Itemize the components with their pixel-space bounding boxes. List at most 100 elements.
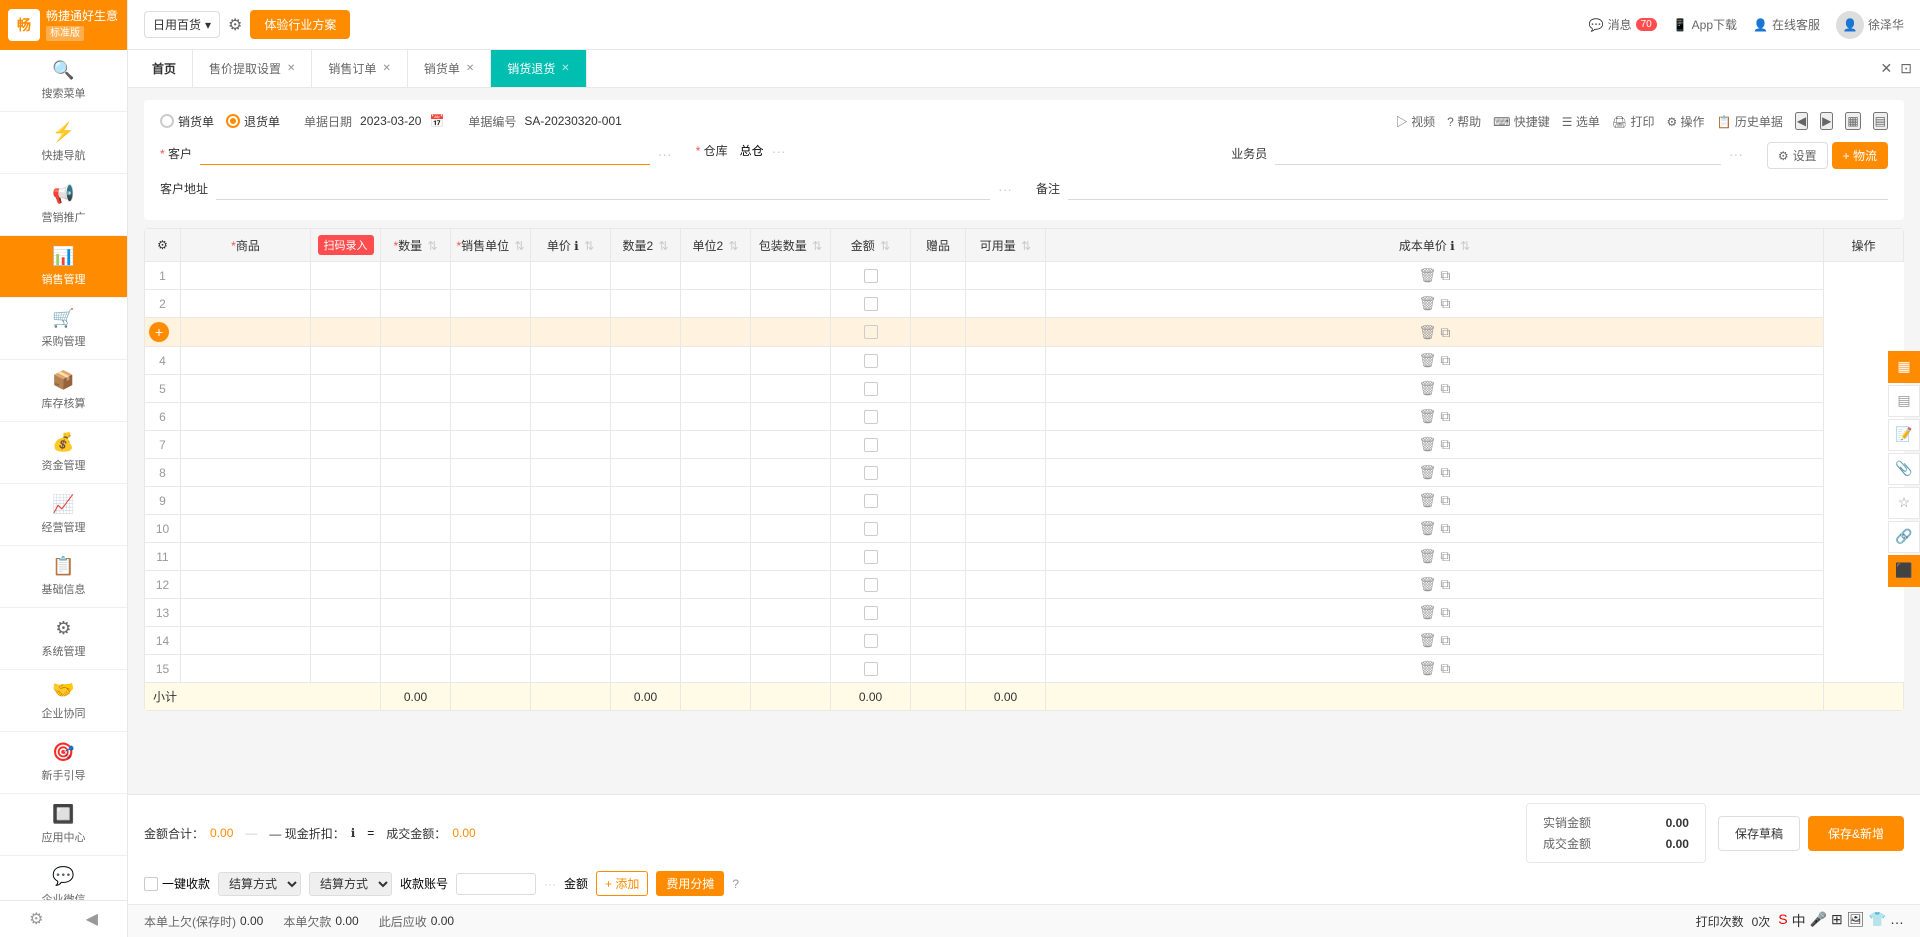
- copy-row-btn-11[interactable]: ⧉: [1440, 548, 1450, 565]
- amount-cell-14[interactable]: [751, 627, 831, 655]
- amount-cell-3[interactable]: [751, 318, 831, 347]
- product-cell-1[interactable]: [181, 262, 311, 290]
- pack-qty-cell-13[interactable]: [681, 599, 751, 627]
- cost-price-cell-6[interactable]: [966, 403, 1046, 431]
- product-cell-10[interactable]: [181, 515, 311, 543]
- quantity-cell-7[interactable]: [311, 431, 381, 459]
- delete-row-btn-12[interactable]: 🗑: [1419, 576, 1437, 593]
- tool-history[interactable]: 📋 历史单据: [1717, 113, 1783, 130]
- quantity-cell-8[interactable]: [311, 459, 381, 487]
- delete-row-btn-2[interactable]: 🗑: [1419, 295, 1437, 312]
- sidebar-item-guide[interactable]: 🎯新手引导: [0, 732, 127, 794]
- account-picker-dots[interactable]: ···: [544, 877, 556, 891]
- one-click-pay-check[interactable]: [144, 877, 158, 891]
- quantity-cell-14[interactable]: [311, 627, 381, 655]
- scan-btn[interactable]: 扫码录入: [318, 235, 374, 255]
- product-cell-15[interactable]: [181, 655, 311, 683]
- customer-picker-btn[interactable]: ···: [658, 146, 672, 162]
- qty2-cell-14[interactable]: [531, 627, 611, 655]
- sale-unit-cell-4[interactable]: [381, 347, 451, 375]
- copy-row-btn-9[interactable]: ⧉: [1440, 492, 1450, 509]
- side-panel-link[interactable]: 🔗: [1888, 521, 1920, 553]
- pack-qty-cell-8[interactable]: [681, 459, 751, 487]
- sidebar-item-sales[interactable]: 📊销售管理: [0, 236, 127, 298]
- cost-price-cell-10[interactable]: [966, 515, 1046, 543]
- amount-cell-7[interactable]: [751, 431, 831, 459]
- sale-unit-cell-9[interactable]: [381, 487, 451, 515]
- sale-unit-cell-2[interactable]: [381, 290, 451, 318]
- available-cell-4[interactable]: [911, 347, 966, 375]
- gift-checkbox-4[interactable]: [864, 354, 878, 368]
- available-cell-7[interactable]: [911, 431, 966, 459]
- pack-qty-cell-3[interactable]: [681, 318, 751, 347]
- save-new-btn[interactable]: 保存&新增: [1808, 816, 1904, 851]
- unit-price-cell-6[interactable]: [451, 403, 531, 431]
- sidebar-item-apps[interactable]: 🔲应用中心: [0, 794, 127, 856]
- sidebar-item-quicknav[interactable]: ⚡快捷导航: [0, 112, 127, 174]
- qty2-cell-9[interactable]: [531, 487, 611, 515]
- sale-unit-cell-3[interactable]: [381, 318, 451, 347]
- quantity-cell-12[interactable]: [311, 571, 381, 599]
- sidebar-item-operation[interactable]: 📈经营管理: [0, 484, 127, 546]
- gift-checkbox-8[interactable]: [864, 466, 878, 480]
- gift-checkbox-11[interactable]: [864, 550, 878, 564]
- available-cell-1[interactable]: [911, 262, 966, 290]
- copy-row-btn-3[interactable]: ⧉: [1440, 324, 1450, 341]
- radio-sale-goods[interactable]: 销货单: [160, 113, 214, 130]
- add-row-btn-3[interactable]: +: [149, 322, 169, 342]
- delete-row-btn-4[interactable]: 🗑: [1419, 352, 1437, 369]
- unit2-cell-15[interactable]: [611, 655, 681, 683]
- view-table-btn[interactable]: ▦: [1845, 112, 1860, 130]
- pack-qty-cell-10[interactable]: [681, 515, 751, 543]
- amount-cell-4[interactable]: [751, 347, 831, 375]
- pack-qty-cell-11[interactable]: [681, 543, 751, 571]
- cost-price-cell-1[interactable]: [966, 262, 1046, 290]
- gift-checkbox-15[interactable]: [864, 662, 878, 676]
- tool-print[interactable]: 🖨 打印: [1612, 113, 1655, 130]
- add-payment-btn[interactable]: + 添加: [596, 871, 648, 896]
- unit2-cell-3[interactable]: [611, 318, 681, 347]
- settlement-method-select[interactable]: 结算方式: [218, 872, 301, 896]
- cost-price-cell-7[interactable]: [966, 431, 1046, 459]
- amount-cell-1[interactable]: [751, 262, 831, 290]
- side-panel-card-view[interactable]: ▤: [1888, 385, 1920, 417]
- qty2-cell-2[interactable]: [531, 290, 611, 318]
- sale-unit-cell-11[interactable]: [381, 543, 451, 571]
- logistics-btn[interactable]: + 物流: [1832, 142, 1888, 169]
- available-cell-13[interactable]: [911, 599, 966, 627]
- gift-cell-10[interactable]: [831, 515, 911, 543]
- cost-price-cell-13[interactable]: [966, 599, 1046, 627]
- amount-cell-9[interactable]: [751, 487, 831, 515]
- available-cell-10[interactable]: [911, 515, 966, 543]
- amount-cell-2[interactable]: [751, 290, 831, 318]
- unit-price-cell-1[interactable]: [451, 262, 531, 290]
- delete-row-btn-6[interactable]: 🗑: [1419, 408, 1437, 425]
- nav-prev-btn[interactable]: ◀: [1795, 112, 1808, 130]
- qty2-cell-7[interactable]: [531, 431, 611, 459]
- qty2-cell-3[interactable]: [531, 318, 611, 347]
- gift-checkbox-3[interactable]: [864, 325, 878, 339]
- gift-cell-5[interactable]: [831, 375, 911, 403]
- user-profile[interactable]: 👤 徐泽华: [1836, 11, 1904, 39]
- unit-price-cell-7[interactable]: [451, 431, 531, 459]
- delete-row-btn-8[interactable]: 🗑: [1419, 464, 1437, 481]
- pack-qty-cell-1[interactable]: [681, 262, 751, 290]
- copy-row-btn-10[interactable]: ⧉: [1440, 520, 1450, 537]
- gift-checkbox-1[interactable]: [864, 269, 878, 283]
- amount-cell-6[interactable]: [751, 403, 831, 431]
- copy-row-btn-12[interactable]: ⧉: [1440, 576, 1450, 593]
- copy-row-btn-6[interactable]: ⧉: [1440, 408, 1450, 425]
- unit2-cell-6[interactable]: [611, 403, 681, 431]
- side-panel-attachment[interactable]: 📎: [1888, 453, 1920, 485]
- delete-row-btn-5[interactable]: 🗑: [1419, 380, 1437, 397]
- quantity-cell-2[interactable]: [311, 290, 381, 318]
- unit-price-cell-5[interactable]: [451, 375, 531, 403]
- save-draft-btn[interactable]: 保存草稿: [1718, 816, 1800, 851]
- quantity-cell-15[interactable]: [311, 655, 381, 683]
- side-panel-note[interactable]: 📝: [1888, 419, 1920, 451]
- gift-checkbox-2[interactable]: [864, 297, 878, 311]
- quantity-cell-11[interactable]: [311, 543, 381, 571]
- amount-cell-12[interactable]: [751, 571, 831, 599]
- gift-cell-14[interactable]: [831, 627, 911, 655]
- product-cell-12[interactable]: [181, 571, 311, 599]
